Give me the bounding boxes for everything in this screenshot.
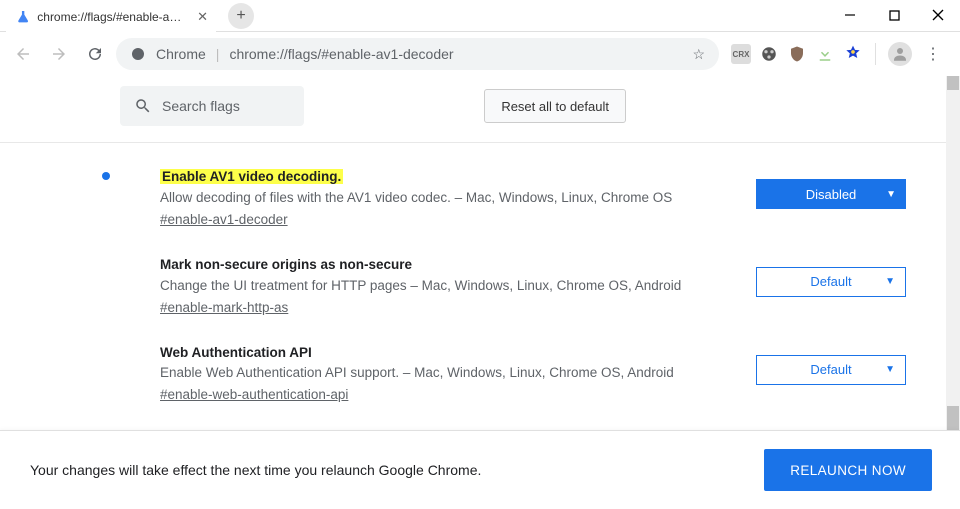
url-scheme-label: Chrome xyxy=(156,46,206,62)
new-tab-button[interactable]: + xyxy=(228,3,254,29)
flag-description: Enable Web Authentication API support. –… xyxy=(160,365,674,380)
tab-title: chrome://flags/#enable-av1-dec xyxy=(37,10,187,24)
page-content: Search flags Reset all to default Enable… xyxy=(0,76,946,430)
footer-message: Your changes will take effect the next t… xyxy=(30,462,481,478)
flag-anchor-link[interactable]: #enable-av1-decoder xyxy=(160,210,288,231)
flag-title: Web Authentication API xyxy=(160,345,312,360)
flag-anchor-link[interactable]: #enable-web-authentication-api xyxy=(160,385,348,406)
flag-row: Web Authentication API Enable Web Authent… xyxy=(120,319,906,407)
flag-description: Allow decoding of files with the AV1 vid… xyxy=(160,190,672,205)
browser-toolbar: Chrome | chrome://flags/#enable-av1-deco… xyxy=(0,32,960,76)
maximize-button[interactable] xyxy=(872,0,916,30)
video-extension-icon[interactable] xyxy=(759,44,779,64)
reset-all-button[interactable]: Reset all to default xyxy=(484,89,626,123)
browser-tab[interactable]: chrome://flags/#enable-av1-dec ✕ xyxy=(6,2,216,32)
flag-state-select[interactable]: Default▼ xyxy=(756,355,906,385)
chevron-down-icon: ▼ xyxy=(886,189,896,200)
window-controls xyxy=(828,0,960,30)
minimize-button[interactable] xyxy=(828,0,872,30)
back-button[interactable] xyxy=(8,39,38,69)
bookmark-star-icon[interactable]: ☆ xyxy=(692,46,705,63)
chrome-menu-button[interactable]: ⋮ xyxy=(920,44,946,64)
search-icon xyxy=(134,97,152,115)
close-window-button[interactable] xyxy=(916,0,960,30)
close-tab-icon[interactable]: ✕ xyxy=(197,9,208,25)
url-text: chrome://flags/#enable-av1-decoder xyxy=(229,46,453,62)
badge-extension-icon[interactable] xyxy=(843,44,863,64)
search-flags-input[interactable]: Search flags xyxy=(120,86,304,126)
chevron-down-icon: ▼ xyxy=(885,364,895,375)
relaunch-now-button[interactable]: RELAUNCH NOW xyxy=(764,449,932,491)
flag-title: Enable AV1 video decoding. xyxy=(160,169,343,184)
modified-dot-icon xyxy=(102,172,110,180)
download-arrow-icon[interactable] xyxy=(815,44,835,64)
flag-state-select[interactable]: Default▼ xyxy=(756,267,906,297)
flag-description: Change the UI treatment for HTTP pages –… xyxy=(160,278,681,293)
profile-avatar[interactable] xyxy=(888,42,912,66)
extensions-area: CRX ⋮ xyxy=(725,42,952,66)
forward-button[interactable] xyxy=(44,39,74,69)
search-placeholder: Search flags xyxy=(162,98,240,114)
crx-extension-icon[interactable]: CRX xyxy=(731,44,751,64)
relaunch-footer: Your changes will take effect the next t… xyxy=(0,430,960,509)
flag-row: Enable AV1 video decoding. Allow decoding… xyxy=(120,143,906,231)
flask-icon xyxy=(16,9,30,25)
flag-state-select[interactable]: Disabled▼ xyxy=(756,179,906,209)
flag-anchor-link[interactable]: #enable-mark-http-as xyxy=(160,298,288,319)
address-bar[interactable]: Chrome | chrome://flags/#enable-av1-deco… xyxy=(116,38,719,70)
flag-title: Mark non-secure origins as non-secure xyxy=(160,257,412,272)
scroll-thumb[interactable] xyxy=(947,76,959,90)
reload-button[interactable] xyxy=(80,39,110,69)
flag-row: Mark non-secure origins as non-secure Cha… xyxy=(120,231,906,319)
shield-extension-icon[interactable] xyxy=(787,44,807,64)
globe-icon xyxy=(130,46,146,62)
chevron-down-icon: ▼ xyxy=(885,276,895,287)
window-titlebar: chrome://flags/#enable-av1-dec ✕ + xyxy=(0,0,960,32)
